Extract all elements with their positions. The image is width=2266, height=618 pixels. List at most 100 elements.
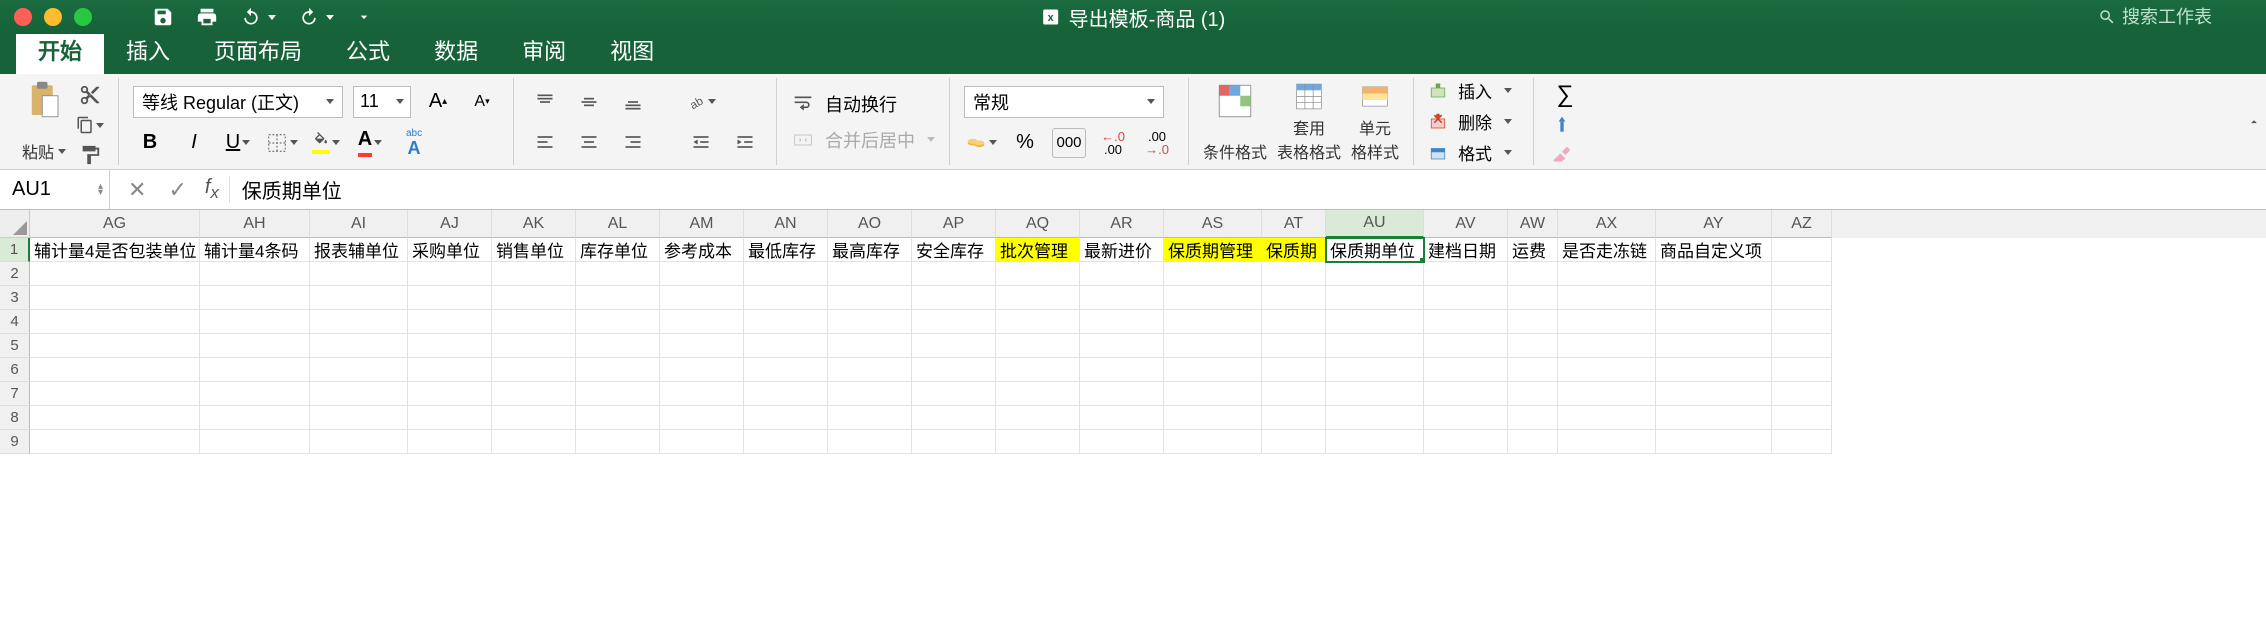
cell-AR5[interactable] [1080,334,1164,358]
tab-formulas[interactable]: 公式 [324,28,412,74]
cell-AI2[interactable] [310,262,408,286]
cell-AN7[interactable] [744,382,828,406]
cell-AM2[interactable] [660,262,744,286]
cell-AM9[interactable] [660,430,744,454]
cell-AO5[interactable] [828,334,912,358]
cell-AJ5[interactable] [408,334,492,358]
percent-button[interactable]: % [1008,128,1042,158]
cell-AY5[interactable] [1656,334,1772,358]
phonetic-button[interactable]: abcA [397,128,431,158]
conditional-format-button[interactable]: 条件格式 [1203,80,1267,163]
cell-AV2[interactable] [1424,262,1508,286]
row-header-1[interactable]: 1 [0,238,30,262]
col-header-AI[interactable]: AI [310,210,408,238]
format-cells-button[interactable]: 格式 [1428,140,1512,165]
cell-AG2[interactable] [30,262,200,286]
cell-AW2[interactable] [1508,262,1558,286]
currency-button[interactable] [964,128,998,158]
col-header-AX[interactable]: AX [1558,210,1656,238]
underline-button[interactable]: U [221,128,255,158]
redo-button[interactable] [298,7,334,27]
italic-button[interactable]: I [177,128,211,158]
cell-AQ5[interactable] [996,334,1080,358]
cell-AQ7[interactable] [996,382,1080,406]
cell-AT3[interactable] [1262,286,1326,310]
cell-AI4[interactable] [310,310,408,334]
cell-AU6[interactable] [1326,358,1424,382]
cell-AH2[interactable] [200,262,310,286]
decrease-indent-button[interactable] [684,127,718,157]
col-header-AH[interactable]: AH [200,210,310,238]
row-header-9[interactable]: 9 [0,430,30,454]
cell-AU4[interactable] [1326,310,1424,334]
cell-AI8[interactable] [310,406,408,430]
cell-AK2[interactable] [492,262,576,286]
cell-AR3[interactable] [1080,286,1164,310]
copy-button[interactable] [76,114,104,136]
cell-AK5[interactable] [492,334,576,358]
cell-AN5[interactable] [744,334,828,358]
col-header-AR[interactable]: AR [1080,210,1164,238]
cell-AU9[interactable] [1326,430,1424,454]
cell-AH7[interactable] [200,382,310,406]
number-format-select[interactable]: 常规 [964,86,1164,118]
decrease-font-button[interactable]: A▾ [465,87,499,117]
col-header-AG[interactable]: AG [30,210,200,238]
paste-button[interactable]: 粘贴 [22,80,66,163]
close-icon[interactable] [14,8,32,26]
cell-AU7[interactable] [1326,382,1424,406]
align-bottom-button[interactable] [616,87,650,117]
cell-AY8[interactable] [1656,406,1772,430]
row-header-8[interactable]: 8 [0,406,30,430]
undo-button[interactable] [240,7,276,27]
cell-AU3[interactable] [1326,286,1424,310]
cell-AQ9[interactable] [996,430,1080,454]
cell-AK8[interactable] [492,406,576,430]
cell-AV7[interactable] [1424,382,1508,406]
cell-AV4[interactable] [1424,310,1508,334]
cell-AG3[interactable] [30,286,200,310]
cell-AW7[interactable] [1508,382,1558,406]
cell-AL6[interactable] [576,358,660,382]
row-header-5[interactable]: 5 [0,334,30,358]
cell-AZ8[interactable] [1772,406,1832,430]
cell-AW1[interactable]: 运费 [1508,238,1558,262]
col-header-AP[interactable]: AP [912,210,996,238]
cell-AL4[interactable] [576,310,660,334]
cell-AQ1[interactable]: 批次管理 [996,238,1080,262]
cell-AY2[interactable] [1656,262,1772,286]
cell-AV3[interactable] [1424,286,1508,310]
align-right-button[interactable] [616,127,650,157]
col-header-AY[interactable]: AY [1656,210,1772,238]
cell-AP3[interactable] [912,286,996,310]
align-left-button[interactable] [528,127,562,157]
cell-AZ6[interactable] [1772,358,1832,382]
cell-AL1[interactable]: 库存单位 [576,238,660,262]
row-header-4[interactable]: 4 [0,310,30,334]
fill-button[interactable] [1548,114,1576,136]
cell-AY3[interactable] [1656,286,1772,310]
cell-AT9[interactable] [1262,430,1326,454]
cell-AP2[interactable] [912,262,996,286]
tab-home[interactable]: 开始 [16,28,104,74]
cell-AP5[interactable] [912,334,996,358]
cell-AW6[interactable] [1508,358,1558,382]
clear-button[interactable] [1548,144,1576,166]
cell-AK6[interactable] [492,358,576,382]
cell-AS3[interactable] [1164,286,1262,310]
cell-AT2[interactable] [1262,262,1326,286]
cell-AX6[interactable] [1558,358,1656,382]
cell-AM4[interactable] [660,310,744,334]
cut-button[interactable] [76,84,104,106]
cell-AX7[interactable] [1558,382,1656,406]
cell-AX5[interactable] [1558,334,1656,358]
cell-AT7[interactable] [1262,382,1326,406]
increase-font-button[interactable]: A▴ [421,87,455,117]
cell-AJ7[interactable] [408,382,492,406]
autosum-button[interactable]: ∑ [1548,84,1582,106]
minimize-icon[interactable] [44,8,62,26]
cell-AP7[interactable] [912,382,996,406]
cell-AR1[interactable]: 最新进价 [1080,238,1164,262]
cell-AM5[interactable] [660,334,744,358]
cell-AW5[interactable] [1508,334,1558,358]
